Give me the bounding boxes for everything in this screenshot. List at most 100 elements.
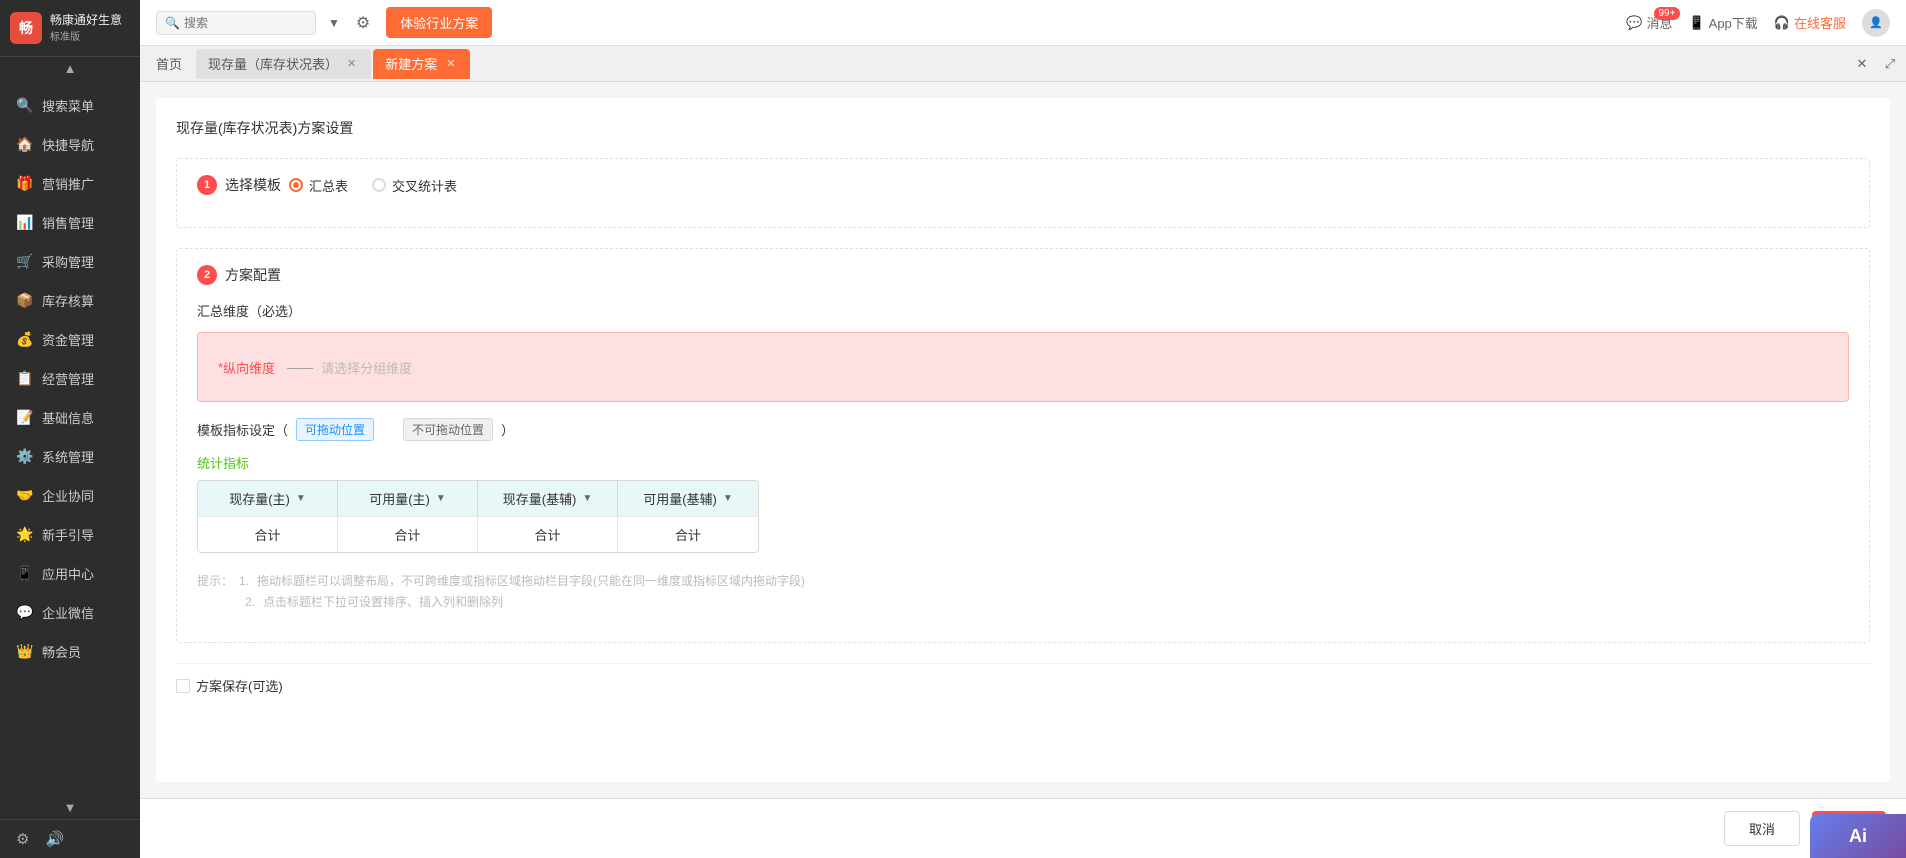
section1-header: 1 选择模板 汇总表 交叉统计表 <box>197 175 1849 195</box>
logo-icon: 畅 <box>10 12 42 44</box>
cancel-button[interactable]: 取消 <box>1724 811 1800 846</box>
col-0-chevron-icon[interactable]: ▼ <box>296 493 306 504</box>
app-center-icon: 📱 <box>16 565 34 583</box>
message-icon: 💬 <box>1626 15 1642 31</box>
search-menu-icon: 🔍 <box>16 97 34 115</box>
sidebar-item-search[interactable]: 🔍 搜索菜单 <box>0 86 140 125</box>
dimension-placeholder: 请选择分组维度 <box>321 358 412 377</box>
sidebar-item-search-label: 搜索菜单 <box>42 96 94 115</box>
cooperation-icon: 🤝 <box>16 487 34 505</box>
stats-data-row: 合计 合计 合计 合计 <box>198 516 758 552</box>
sales-icon: 📊 <box>16 214 34 232</box>
sidebar: 畅 畅康通好生意 标准版 ▲ 🔍 搜索菜单 🏠 快捷导航 🎁 营销推广 📊 销售… <box>0 0 140 858</box>
settings-icon[interactable]: ⚙ <box>16 830 29 848</box>
save-option: 方案保存(可选) <box>176 663 1870 707</box>
app-download-btn[interactable]: 📱 App下载 <box>1688 13 1757 32</box>
sidebar-item-purchase[interactable]: 🛒 采购管理 <box>0 242 140 281</box>
indicator-setting-prefix: 模板指标设定（ <box>197 420 288 439</box>
stats-header-cell-2[interactable]: 现存量(基辅) ▼ <box>478 481 618 516</box>
expand-tabs-btn[interactable]: ⤢ <box>1878 52 1902 76</box>
col-3-chevron-icon[interactable]: ▼ <box>723 493 733 504</box>
tip-1: 提示： 1. 拖动标题栏可以调整布局，不可跨维度或指标区域拖动栏目字段(只能在同… <box>197 572 1849 589</box>
stats-header-cell-0[interactable]: 现存量(主) ▼ <box>198 481 338 516</box>
sidebar-item-system-label: 系统管理 <box>42 447 94 466</box>
sidebar-item-cooperation-label: 企业协同 <box>42 486 94 505</box>
page-title: 现存量(库存状况表)方案设置 <box>176 118 1870 138</box>
sidebar-item-member[interactable]: 👑 畅会员 <box>0 632 140 671</box>
new-guide-icon: 🌟 <box>16 526 34 544</box>
sidebar-item-operation[interactable]: 📋 经营管理 <box>0 359 140 398</box>
scroll-up-btn[interactable]: ▲ <box>0 57 140 80</box>
fixed-badge: 不可拖动位置 <box>403 418 493 441</box>
sidebar-item-app-center[interactable]: 📱 应用中心 <box>0 554 140 593</box>
tabs-controls: ✕ ⤢ <box>1850 52 1902 76</box>
stats-section: 统计指标 现存量(主) ▼ 可用量(主) ▼ <box>197 453 1849 556</box>
stats-data-cell-2: 合计 <box>478 517 618 552</box>
marketing-icon: 🎁 <box>16 175 34 193</box>
indicator-setting-end: ） <box>501 420 514 439</box>
user-avatar[interactable]: 👤 <box>1862 9 1890 37</box>
radio-summary[interactable]: 汇总表 <box>289 176 348 195</box>
trial-btn[interactable]: 体验行业方案 <box>386 7 492 38</box>
movable-badge: 可拖动位置 <box>296 418 374 441</box>
tab-inventory-close-icon[interactable]: ✕ <box>344 56 359 71</box>
sidebar-item-wechat[interactable]: 💬 企业微信 <box>0 593 140 632</box>
tab-new-plan[interactable]: 新建方案 ✕ <box>373 49 470 79</box>
finance-icon: 💰 <box>16 331 34 349</box>
sidebar-footer: ⚙ 🔊 <box>0 819 140 858</box>
dimension-row-label: 纵向维度 <box>223 358 275 377</box>
sidebar-item-sales-label: 销售管理 <box>42 213 94 232</box>
sidebar-item-finance-label: 资金管理 <box>42 330 94 349</box>
tab-home[interactable]: 首页 <box>144 49 194 79</box>
radio-summary-circle <box>289 178 303 192</box>
scroll-down-btn[interactable]: ▼ <box>0 796 140 819</box>
sidebar-item-basic-info[interactable]: 📝 基础信息 <box>0 398 140 437</box>
topbar-search-box[interactable]: 🔍 <box>156 11 316 35</box>
save-checkbox[interactable] <box>176 679 190 693</box>
sidebar-item-marketing[interactable]: 🎁 营销推广 <box>0 164 140 203</box>
dimension-dash: —— <box>287 360 313 375</box>
operation-icon: 📋 <box>16 370 34 388</box>
sidebar-item-system[interactable]: ⚙️ 系统管理 <box>0 437 140 476</box>
sidebar-item-purchase-label: 采购管理 <box>42 252 94 271</box>
close-all-tabs-btn[interactable]: ✕ <box>1850 52 1874 76</box>
stats-header-cell-1[interactable]: 可用量(主) ▼ <box>338 481 478 516</box>
tab-inventory-status-label: 现存量（库存状况表） <box>208 54 338 73</box>
col-1-chevron-icon[interactable]: ▼ <box>436 493 446 504</box>
online-service-btn[interactable]: 🎧 在线客服 <box>1774 13 1846 32</box>
volume-icon[interactable]: 🔊 <box>45 830 64 848</box>
ai-float-button[interactable]: Ai <box>1810 814 1906 858</box>
tab-inventory-status[interactable]: 现存量（库存状况表） ✕ <box>196 49 371 79</box>
message-btn[interactable]: 💬 消息 99+ <box>1626 13 1672 32</box>
system-icon: ⚙️ <box>16 448 34 466</box>
search-input[interactable] <box>184 16 304 30</box>
sidebar-item-new-guide[interactable]: 🌟 新手引导 <box>0 515 140 554</box>
topbar-gear-icon[interactable]: ⚙ <box>352 9 374 37</box>
sidebar-item-quick-nav[interactable]: 🏠 快捷导航 <box>0 125 140 164</box>
sidebar-item-sales[interactable]: 📊 销售管理 <box>0 203 140 242</box>
radio-cross[interactable]: 交叉统计表 <box>372 176 457 195</box>
content-area: 现存量(库存状况表)方案设置 1 选择模板 汇总表 交叉统计表 <box>140 82 1906 798</box>
topbar-left: 🔍 ▼ ⚙ 体验行业方案 <box>156 7 492 38</box>
section1-num: 1 <box>197 175 217 195</box>
dimension-area[interactable]: * 纵向维度 —— 请选择分组维度 <box>197 332 1849 402</box>
stats-header-cell-3[interactable]: 可用量(基辅) ▼ <box>618 481 758 516</box>
indicator-setting-mid <box>382 420 395 439</box>
main-area: 🔍 ▼ ⚙ 体验行业方案 💬 消息 99+ 📱 App下载 🎧 在线客服 👤 <box>140 0 1906 858</box>
brand-name: 畅康通好生意 <box>50 13 122 29</box>
tab-new-plan-close-icon[interactable]: ✕ <box>443 56 458 71</box>
topbar-right: 💬 消息 99+ 📱 App下载 🎧 在线客服 👤 <box>1626 9 1890 37</box>
indicator-setting: 模板指标设定（ 可拖动位置 不可拖动位置 ） <box>197 418 1849 441</box>
sidebar-item-app-center-label: 应用中心 <box>42 564 94 583</box>
sidebar-item-inventory[interactable]: 📦 库存核算 <box>0 281 140 320</box>
section1-title: 选择模板 <box>225 175 281 195</box>
col-2-chevron-icon[interactable]: ▼ <box>582 493 592 504</box>
app-icon: 📱 <box>1688 15 1704 31</box>
sidebar-item-cooperation[interactable]: 🤝 企业协同 <box>0 476 140 515</box>
message-badge: 99+ <box>1654 7 1681 20</box>
basic-info-icon: 📝 <box>16 409 34 427</box>
save-option-label: 方案保存(可选) <box>196 676 283 695</box>
topbar-dropdown-icon[interactable]: ▼ <box>328 16 340 30</box>
sidebar-item-finance[interactable]: 💰 资金管理 <box>0 320 140 359</box>
footer-bar: 取消 查询 <box>140 798 1906 858</box>
